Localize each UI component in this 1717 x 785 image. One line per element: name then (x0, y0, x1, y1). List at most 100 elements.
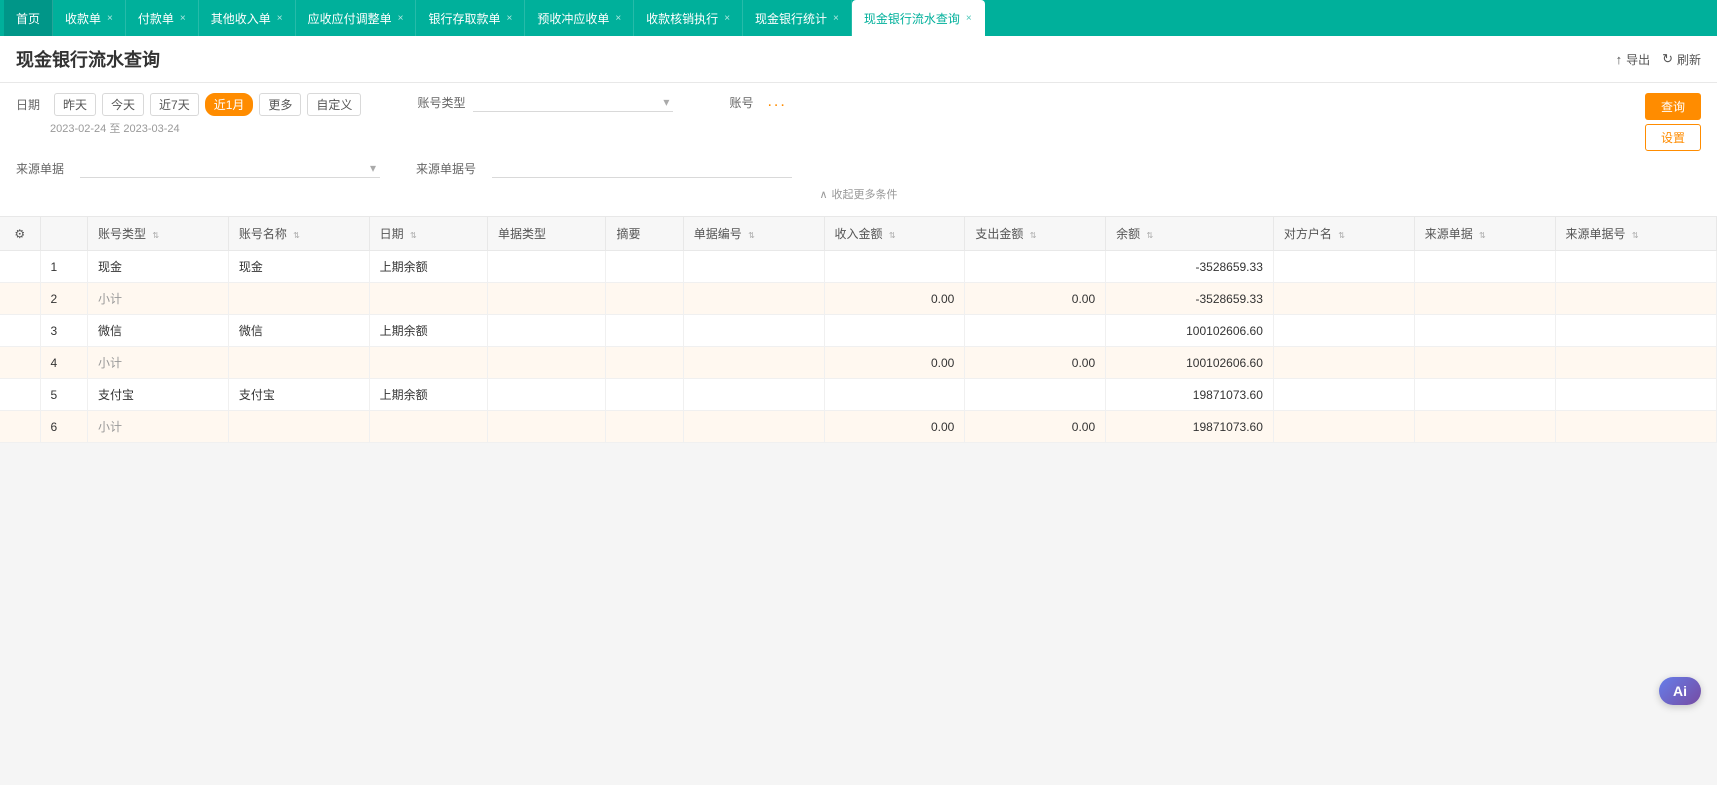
col-counterparty-label: 对方户名 (1284, 227, 1332, 241)
cell-balance: 100102606.60 (1106, 347, 1274, 379)
sort-income-icon: ⇅ (889, 231, 896, 240)
nav-item-cash-bank-flow[interactable]: 现金银行流水查询 × (852, 0, 985, 36)
cell-settings (0, 411, 40, 443)
cell-summary (606, 411, 683, 443)
header-actions: ↑ 导出 ↻ 刷新 (1616, 51, 1701, 68)
nav-item-ar-ap-adjust[interactable]: 应收应付调整单 × (296, 0, 417, 36)
col-account-type[interactable]: 账号类型 ⇅ (88, 217, 229, 251)
col-balance[interactable]: 余额 ⇅ (1106, 217, 1274, 251)
col-date-label: 日期 (380, 227, 404, 241)
nav-cash-bank-stat-label: 现金银行统计 (755, 10, 827, 27)
top-navigation: 首页 收款单 × 付款单 × 其他收入单 × 应收应付调整单 × 银行存取款单 … (0, 0, 1717, 36)
collapse-bar[interactable]: ∧ 收起更多条件 (16, 182, 1701, 206)
nav-item-receipt[interactable]: 收款单 × (53, 0, 126, 36)
close-cash-bank-stat-icon[interactable]: × (833, 13, 839, 24)
sort-expense-icon: ⇅ (1030, 231, 1037, 240)
nav-item-cash-bank-stat[interactable]: 现金银行统计 × (743, 0, 852, 36)
cell-counterparty (1273, 411, 1414, 443)
filter-row-1: 日期 昨天 今天 近7天 近1月 更多 自定义 2023-02-24 至 202… (16, 93, 1701, 151)
col-account-type-label: 账号类型 (98, 227, 146, 241)
nav-item-payment[interactable]: 付款单 × (126, 0, 199, 36)
cell-account-name (228, 411, 369, 443)
refresh-button[interactable]: ↻ 刷新 (1662, 51, 1701, 68)
cell-expense: 0.00 (965, 283, 1106, 315)
source-doc-select[interactable]: ▾ (80, 159, 380, 178)
nav-item-receipt-verify[interactable]: 收款核销执行 × (634, 0, 743, 36)
table-row[interactable]: 3微信微信上期余额100102606.60 (0, 315, 1717, 347)
sort-doc-num-icon: ⇅ (748, 231, 755, 240)
cell-account-type: 现金 (88, 251, 229, 283)
cell-doc-num (683, 347, 824, 379)
cell-income (824, 251, 965, 283)
cell-summary (606, 315, 683, 347)
cell-summary (606, 347, 683, 379)
cell-account-name: 微信 (228, 315, 369, 347)
table-row[interactable]: 6小计0.000.0019871073.60 (0, 411, 1717, 443)
nav-item-other-income[interactable]: 其他收入单 × (199, 0, 296, 36)
close-receipt-verify-icon[interactable]: × (724, 13, 730, 24)
cell-settings (0, 251, 40, 283)
table-row[interactable]: 5支付宝支付宝上期余额19871073.60 (0, 379, 1717, 411)
cell-doc-num (683, 283, 824, 315)
account-num-dots[interactable]: ... (767, 93, 786, 111)
close-ar-ap-icon[interactable]: × (398, 13, 404, 24)
col-counterparty[interactable]: 对方户名 ⇅ (1273, 217, 1414, 251)
nav-item-home[interactable]: 首页 (4, 0, 53, 36)
cell-balance: 19871073.60 (1106, 379, 1274, 411)
sort-source-doc-icon: ⇅ (1479, 231, 1486, 240)
cell-source-doc-num (1555, 379, 1717, 411)
nav-item-prepaid-offset[interactable]: 预收冲应收单 × (525, 0, 634, 36)
refresh-icon: ↻ (1662, 51, 1673, 67)
query-button[interactable]: 查询 (1645, 93, 1701, 120)
cell-settings (0, 283, 40, 315)
account-type-label: 账号类型 (417, 94, 465, 111)
account-type-select[interactable]: ▾ (473, 93, 673, 112)
date-btn-custom[interactable]: 自定义 (307, 93, 361, 116)
source-doc-num-input[interactable] (492, 159, 792, 178)
cell-income: 0.00 (824, 347, 965, 379)
date-btn-yesterday[interactable]: 昨天 (54, 93, 96, 116)
page-title: 现金银行流水查询 (16, 46, 160, 72)
col-balance-label: 余额 (1116, 227, 1140, 241)
cell-account-type: 小计 (88, 283, 229, 315)
col-expense[interactable]: 支出金额 ⇅ (965, 217, 1106, 251)
table-row[interactable]: 1现金现金上期余额-3528659.33 (0, 251, 1717, 283)
date-btn-today[interactable]: 今天 (102, 93, 144, 116)
export-button[interactable]: ↑ 导出 (1616, 51, 1651, 68)
cell-date (369, 283, 487, 315)
ai-badge[interactable]: Ai (1659, 677, 1701, 705)
cell-doc-num (683, 379, 824, 411)
col-settings[interactable]: ⚙ (0, 217, 40, 251)
col-income[interactable]: 收入金额 ⇅ (824, 217, 965, 251)
cell-counterparty (1273, 347, 1414, 379)
nav-item-bank-deposit[interactable]: 银行存取款单 × (416, 0, 525, 36)
settings-button[interactable]: 设置 (1645, 124, 1701, 151)
table-row[interactable]: 4小计0.000.00100102606.60 (0, 347, 1717, 379)
close-prepaid-offset-icon[interactable]: × (615, 13, 621, 24)
table-row[interactable]: 2小计0.000.00-3528659.33 (0, 283, 1717, 315)
col-doc-num[interactable]: 单据编号 ⇅ (683, 217, 824, 251)
filter-buttons: 查询 设置 (1645, 93, 1701, 151)
col-source-doc-num[interactable]: 来源单据号 ⇅ (1555, 217, 1717, 251)
cell-source-doc-num (1555, 411, 1717, 443)
col-source-doc[interactable]: 来源单据 ⇅ (1414, 217, 1555, 251)
col-date[interactable]: 日期 ⇅ (369, 217, 487, 251)
close-cash-bank-flow-icon[interactable]: × (966, 13, 972, 24)
date-btn-7days[interactable]: 近7天 (150, 93, 199, 116)
close-payment-icon[interactable]: × (180, 13, 186, 24)
date-btn-1month[interactable]: 近1月 (205, 93, 254, 116)
col-doc-num-label: 单据编号 (694, 227, 742, 241)
date-btn-more[interactable]: 更多 (259, 93, 301, 116)
col-account-name[interactable]: 账号名称 ⇅ (228, 217, 369, 251)
cell-settings (0, 315, 40, 347)
close-receipt-icon[interactable]: × (107, 13, 113, 24)
cell-source-doc (1414, 347, 1555, 379)
nav-home-label: 首页 (16, 10, 40, 27)
sort-counterparty-icon: ⇅ (1338, 231, 1345, 240)
cell-doc-type (488, 315, 606, 347)
filter-area: 日期 昨天 今天 近7天 近1月 更多 自定义 2023-02-24 至 202… (0, 83, 1717, 217)
col-source-doc-label: 来源单据 (1425, 227, 1473, 241)
close-bank-deposit-icon[interactable]: × (506, 13, 512, 24)
close-other-income-icon[interactable]: × (277, 13, 283, 24)
account-num-label: 账号 (729, 94, 759, 111)
